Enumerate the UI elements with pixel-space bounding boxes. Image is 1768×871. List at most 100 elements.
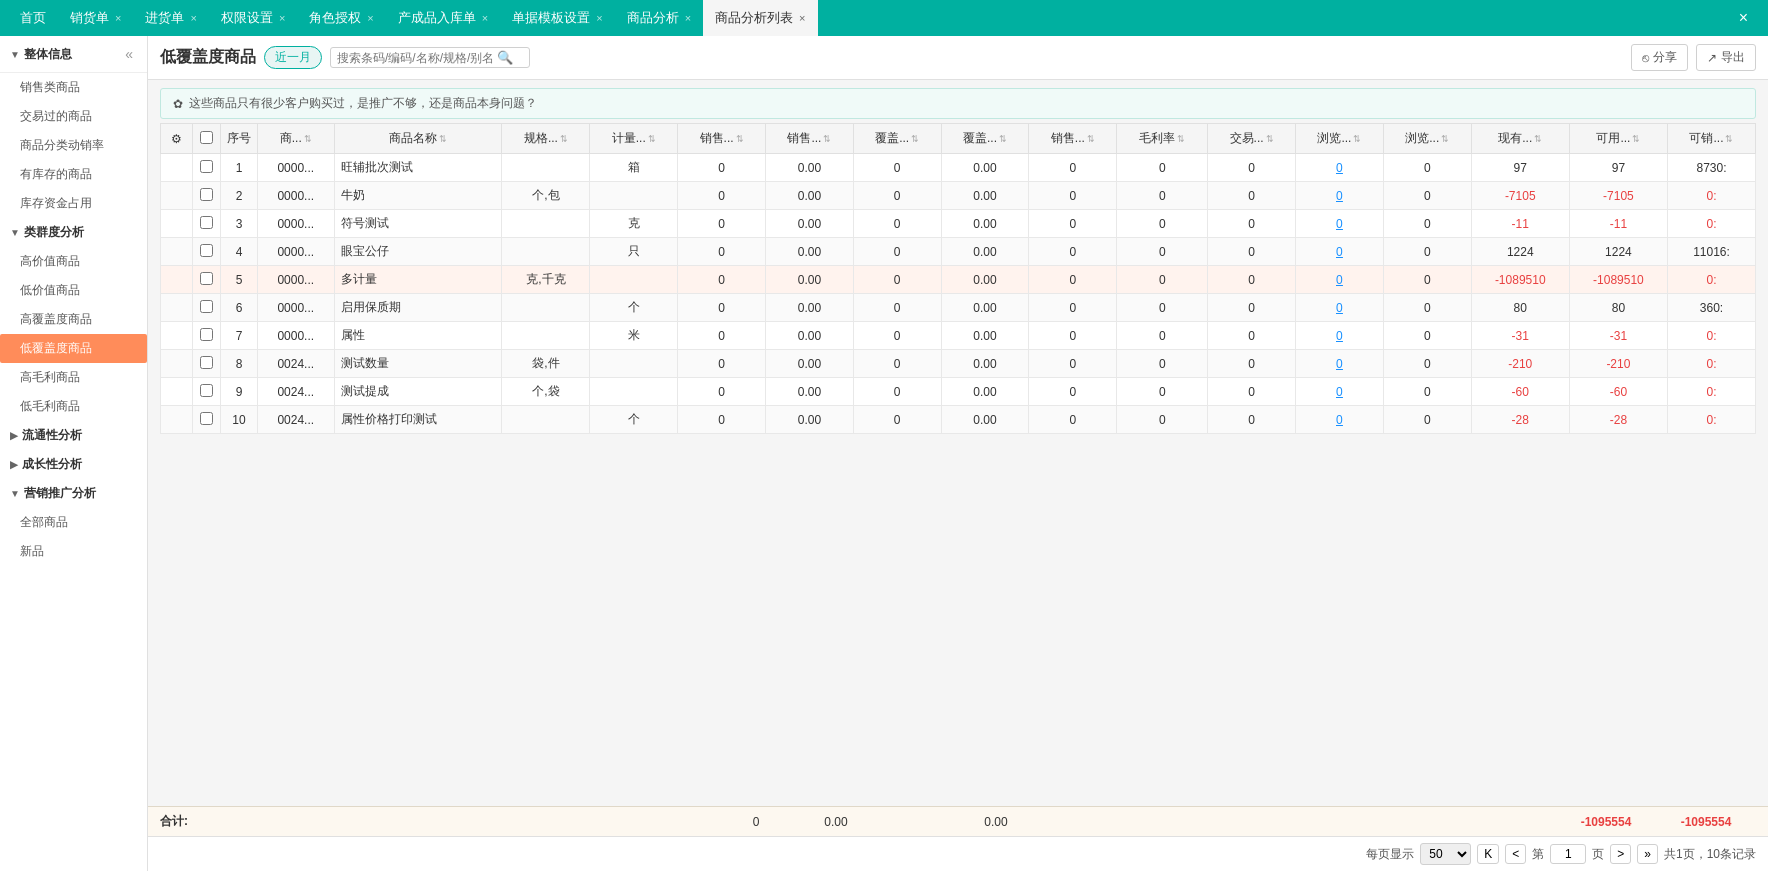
cell-checkbox[interactable] — [193, 378, 221, 406]
sidebar-item-low-profit[interactable]: 低毛利商品 — [0, 392, 147, 421]
sidebar-item-low-value[interactable]: 低价值商品 — [0, 276, 147, 305]
row-checkbox[interactable] — [200, 160, 213, 173]
nav-purchase-order[interactable]: 进货单 × — [133, 0, 208, 36]
col-header-stock1[interactable]: 现有...⇅ — [1471, 124, 1569, 154]
prev-page-button[interactable]: < — [1505, 844, 1526, 864]
sidebar-group-liutong[interactable]: ▶ 流通性分析 — [0, 421, 147, 450]
cell-checkbox[interactable] — [193, 266, 221, 294]
close-icon[interactable]: × — [799, 12, 805, 24]
share-button[interactable]: ⎋ 分享 — [1631, 44, 1688, 71]
sidebar-item-all-goods[interactable]: 全部商品 — [0, 508, 147, 537]
first-page-button[interactable]: K — [1477, 844, 1499, 864]
sidebar-collapse-button[interactable]: « — [121, 44, 137, 64]
cell-stock1: -31 — [1471, 322, 1569, 350]
row-checkbox[interactable] — [200, 356, 213, 369]
row-checkbox[interactable] — [200, 300, 213, 313]
row-checkbox[interactable] — [200, 272, 213, 285]
cell-checkbox[interactable] — [193, 238, 221, 266]
cell-stock3: 0: — [1667, 210, 1755, 238]
sidebar-item-category-sales-rate[interactable]: 商品分类动销率 — [0, 131, 147, 160]
page-number-input[interactable] — [1550, 844, 1586, 864]
filter-recent-month-button[interactable]: 近一月 — [264, 46, 322, 69]
row-checkbox[interactable] — [200, 188, 213, 201]
col-header-cover1[interactable]: 覆盖...⇅ — [853, 124, 941, 154]
cell-checkbox[interactable] — [193, 182, 221, 210]
cell-browse1[interactable]: 0 — [1296, 266, 1384, 294]
cell-browse1[interactable]: 0 — [1296, 238, 1384, 266]
cell-browse1[interactable]: 0 — [1296, 182, 1384, 210]
col-header-code[interactable]: 商...⇅ — [258, 124, 335, 154]
col-header-sales1[interactable]: 销售...⇅ — [678, 124, 766, 154]
close-icon[interactable]: × — [596, 12, 602, 24]
row-checkbox[interactable] — [200, 328, 213, 341]
cell-num: 5 — [221, 266, 258, 294]
row-checkbox[interactable] — [200, 216, 213, 229]
col-header-spec[interactable]: 规格...⇅ — [502, 124, 590, 154]
close-icon[interactable]: × — [115, 12, 121, 24]
nav-finished-goods[interactable]: 产成品入库单 × — [386, 0, 500, 36]
col-header-checkbox[interactable] — [193, 124, 221, 154]
col-header-trade[interactable]: 交易...⇅ — [1208, 124, 1296, 154]
nav-role-auth[interactable]: 角色授权 × — [297, 0, 385, 36]
col-header-settings[interactable]: ⚙ — [161, 124, 193, 154]
table-body: 1 0000... 旺辅批次测试 箱 0 0.00 0 0.00 0 0 0 0… — [161, 154, 1756, 434]
close-icon[interactable]: × — [190, 12, 196, 24]
page-size-select[interactable]: 50 10 20 100 — [1420, 843, 1471, 865]
row-checkbox[interactable] — [200, 384, 213, 397]
col-header-stock2[interactable]: 可用...⇅ — [1569, 124, 1667, 154]
col-header-sales3[interactable]: 销售...⇅ — [1029, 124, 1117, 154]
cell-browse1[interactable]: 0 — [1296, 378, 1384, 406]
cell-browse1[interactable]: 0 — [1296, 322, 1384, 350]
sidebar-item-stock-funds[interactable]: 库存资金占用 — [0, 189, 147, 218]
last-page-button[interactable]: » — [1637, 844, 1658, 864]
cell-checkbox[interactable] — [193, 322, 221, 350]
cell-checkbox[interactable] — [193, 294, 221, 322]
cell-checkbox[interactable] — [193, 210, 221, 238]
export-button[interactable]: ↗ 导出 — [1696, 44, 1756, 71]
nav-home[interactable]: 首页 — [8, 0, 58, 36]
cell-browse1[interactable]: 0 — [1296, 154, 1384, 182]
close-icon[interactable]: × — [685, 12, 691, 24]
sidebar-item-high-value[interactable]: 高价值商品 — [0, 247, 147, 276]
row-checkbox[interactable] — [200, 244, 213, 257]
col-header-stock3[interactable]: 可销...⇅ — [1667, 124, 1755, 154]
cell-browse1[interactable]: 0 — [1296, 294, 1384, 322]
cell-checkbox[interactable] — [193, 350, 221, 378]
sidebar-item-high-coverage[interactable]: 高覆盖度商品 — [0, 305, 147, 334]
nav-permissions[interactable]: 权限设置 × — [209, 0, 297, 36]
row-checkbox[interactable] — [200, 412, 213, 425]
col-header-cover2[interactable]: 覆盖...⇅ — [941, 124, 1029, 154]
close-icon[interactable]: × — [279, 12, 285, 24]
search-input[interactable] — [337, 51, 497, 65]
col-header-name[interactable]: 商品名称⇅ — [334, 124, 502, 154]
close-icon[interactable]: × — [482, 12, 488, 24]
col-header-unit[interactable]: 计量...⇅ — [590, 124, 678, 154]
next-page-button[interactable]: > — [1610, 844, 1631, 864]
cell-browse1[interactable]: 0 — [1296, 210, 1384, 238]
col-header-browse1[interactable]: 浏览...⇅ — [1296, 124, 1384, 154]
sidebar-item-high-profit[interactable]: 高毛利商品 — [0, 363, 147, 392]
sidebar-item-sales-goods[interactable]: 销售类商品 — [0, 73, 147, 102]
sidebar-group-leidu[interactable]: ▼ 类群度分析 — [0, 218, 147, 247]
cell-browse1[interactable]: 0 — [1296, 350, 1384, 378]
sidebar-group-overall[interactable]: ▼ 整体信息 — [10, 46, 121, 63]
nav-goods-analysis-list[interactable]: 商品分析列表 × — [703, 0, 817, 36]
col-header-profit[interactable]: 毛利率⇅ — [1117, 124, 1208, 154]
sidebar-item-stocked-goods[interactable]: 有库存的商品 — [0, 160, 147, 189]
cell-checkbox[interactable] — [193, 406, 221, 434]
nav-goods-analysis[interactable]: 商品分析 × — [615, 0, 703, 36]
window-close-button[interactable]: × — [1727, 9, 1760, 27]
sidebar-item-traded-goods[interactable]: 交易过的商品 — [0, 102, 147, 131]
col-header-sales2[interactable]: 销售...⇅ — [765, 124, 853, 154]
sidebar-group-chengzhang[interactable]: ▶ 成长性分析 — [0, 450, 147, 479]
nav-template-settings[interactable]: 单据模板设置 × — [500, 0, 614, 36]
select-all-checkbox[interactable] — [200, 131, 213, 144]
sidebar-group-yingxiao[interactable]: ▼ 营销推广分析 — [0, 479, 147, 508]
cell-checkbox[interactable] — [193, 154, 221, 182]
sidebar-item-low-coverage[interactable]: 低覆盖度商品 — [0, 334, 147, 363]
close-icon[interactable]: × — [367, 12, 373, 24]
col-header-browse2[interactable]: 浏览...⇅ — [1383, 124, 1471, 154]
sidebar-item-new-goods[interactable]: 新品 — [0, 537, 147, 566]
cell-browse1[interactable]: 0 — [1296, 406, 1384, 434]
nav-sales-order[interactable]: 销货单 × — [58, 0, 133, 36]
